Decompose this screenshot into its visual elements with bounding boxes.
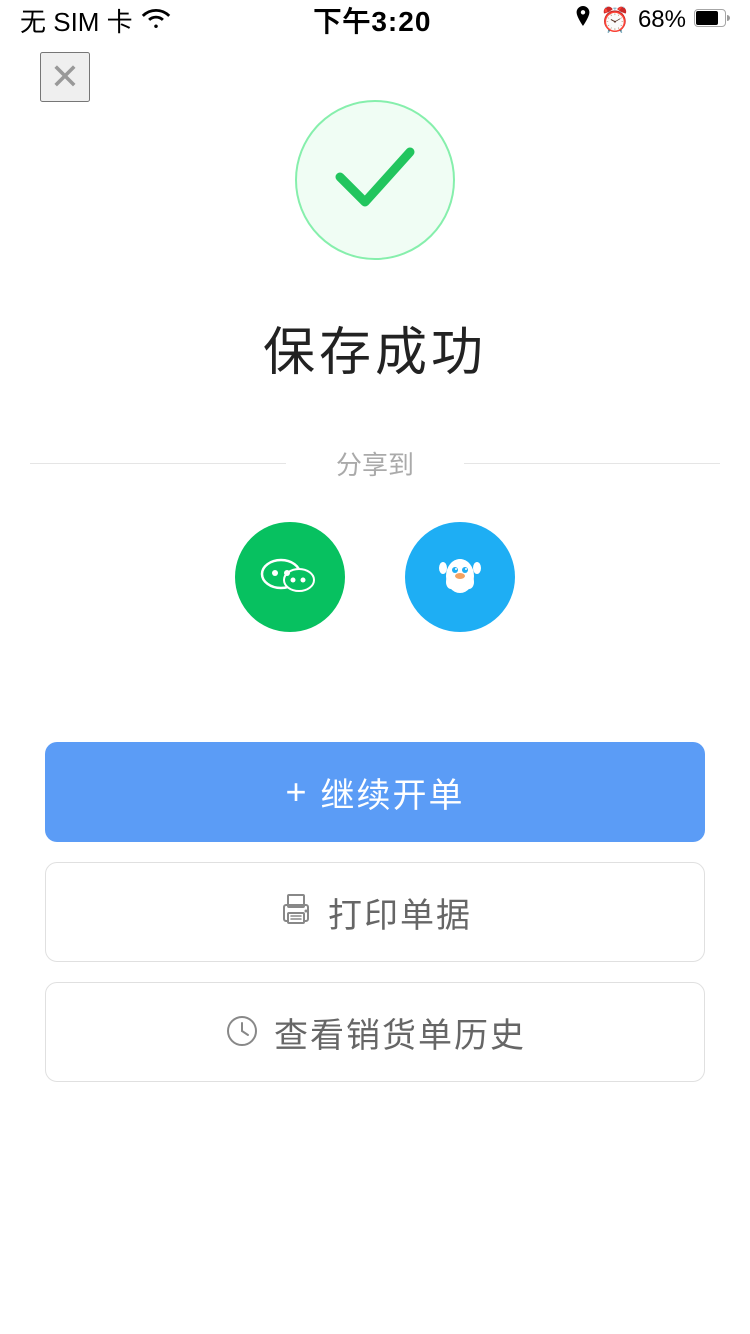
battery-percent: 68% — [638, 6, 686, 34]
view-history-label: 查看销货单历史 — [274, 1008, 526, 1057]
status-right: ⏰ 68% — [574, 6, 730, 35]
divider-left — [30, 463, 286, 464]
print-receipt-button[interactable]: 打印单据 — [45, 862, 705, 962]
qq-icon — [429, 546, 491, 608]
wechat-icon — [259, 546, 321, 608]
status-left: 无 SIM 卡 — [20, 2, 171, 39]
close-icon: ✕ — [50, 59, 80, 95]
share-section: 分享到 — [0, 445, 750, 692]
checkmark-icon — [335, 140, 415, 220]
battery-icon — [694, 6, 730, 34]
printer-icon — [278, 893, 314, 932]
action-buttons: + 继续开单 打印单据 — [45, 742, 705, 1082]
divider-right — [464, 463, 720, 464]
sim-label: 无 SIM 卡 — [20, 2, 133, 39]
share-divider: 分享到 — [0, 445, 750, 482]
main-content: 保存成功 分享到 — [0, 40, 750, 1082]
clock-icon — [224, 1013, 260, 1052]
success-circle — [295, 100, 455, 260]
status-bar: 无 SIM 卡 下午3:20 ⏰ 68% — [0, 0, 750, 40]
view-history-button[interactable]: 查看销货单历史 — [45, 982, 705, 1082]
close-button[interactable]: ✕ — [40, 52, 90, 102]
location-icon — [574, 6, 592, 35]
share-icons — [0, 522, 750, 632]
qq-share-button[interactable] — [405, 522, 515, 632]
plus-icon: + — [285, 771, 306, 813]
share-label: 分享到 — [336, 445, 414, 482]
status-time: 下午3:20 — [313, 0, 431, 40]
success-title: 保存成功 — [263, 310, 487, 385]
continue-order-label: 继续开单 — [321, 768, 465, 817]
wifi-icon — [141, 6, 171, 34]
alarm-icon: ⏰ — [600, 6, 630, 35]
wechat-share-button[interactable] — [235, 522, 345, 632]
continue-order-button[interactable]: + 继续开单 — [45, 742, 705, 842]
print-receipt-label: 打印单据 — [328, 888, 472, 937]
